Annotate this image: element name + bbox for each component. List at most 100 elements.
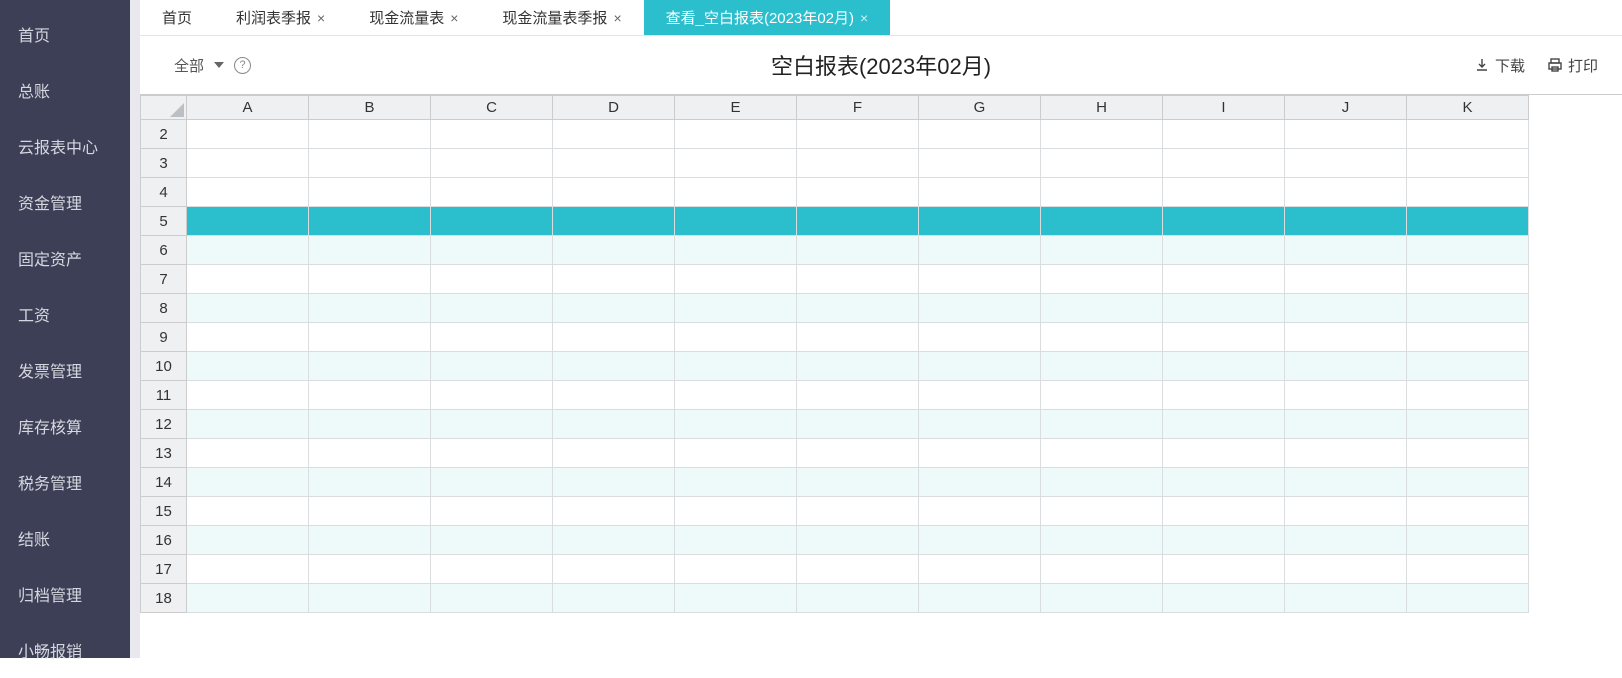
cell[interactable] — [553, 178, 675, 207]
cell[interactable] — [1041, 410, 1163, 439]
cell[interactable] — [919, 265, 1041, 294]
cell[interactable] — [309, 294, 431, 323]
cell[interactable] — [1163, 497, 1285, 526]
column-header[interactable]: H — [1041, 96, 1163, 120]
cell[interactable] — [1407, 410, 1529, 439]
cell[interactable] — [431, 468, 553, 497]
cell[interactable] — [1407, 236, 1529, 265]
cell[interactable] — [431, 497, 553, 526]
cell[interactable] — [919, 120, 1041, 149]
tab-home[interactable]: 首页 — [140, 0, 214, 35]
row-header[interactable]: 8 — [141, 294, 187, 323]
cell[interactable] — [1041, 120, 1163, 149]
column-header[interactable]: J — [1285, 96, 1407, 120]
cell[interactable] — [187, 410, 309, 439]
row-header[interactable]: 10 — [141, 352, 187, 381]
cell[interactable] — [797, 381, 919, 410]
cell[interactable] — [309, 207, 431, 236]
cell[interactable] — [1041, 555, 1163, 584]
cell[interactable] — [1041, 323, 1163, 352]
cell[interactable] — [1041, 381, 1163, 410]
sidebar-item-report-center[interactable]: 云报表中心 — [0, 118, 130, 174]
cell[interactable] — [1285, 381, 1407, 410]
cell[interactable] — [187, 178, 309, 207]
cell[interactable] — [1407, 178, 1529, 207]
cell[interactable] — [1163, 584, 1285, 613]
cell[interactable] — [309, 149, 431, 178]
cell[interactable] — [1285, 207, 1407, 236]
cell[interactable] — [675, 236, 797, 265]
print-button[interactable]: 打印 — [1547, 55, 1598, 76]
cell[interactable] — [675, 439, 797, 468]
cell[interactable] — [1407, 497, 1529, 526]
cell[interactable] — [1041, 294, 1163, 323]
cell[interactable] — [553, 439, 675, 468]
cell[interactable] — [431, 207, 553, 236]
cell[interactable] — [675, 178, 797, 207]
cell[interactable] — [1041, 149, 1163, 178]
cell[interactable] — [309, 178, 431, 207]
cell[interactable] — [675, 410, 797, 439]
cell[interactable] — [1285, 352, 1407, 381]
cell[interactable] — [797, 468, 919, 497]
row-header[interactable]: 17 — [141, 555, 187, 584]
row-header[interactable]: 13 — [141, 439, 187, 468]
cell[interactable] — [797, 439, 919, 468]
cell[interactable] — [919, 584, 1041, 613]
cell[interactable] — [553, 410, 675, 439]
cell[interactable] — [431, 149, 553, 178]
cell[interactable] — [1407, 439, 1529, 468]
cell[interactable] — [309, 323, 431, 352]
cell[interactable] — [553, 294, 675, 323]
cell[interactable] — [919, 178, 1041, 207]
cell[interactable] — [187, 265, 309, 294]
cell[interactable] — [431, 555, 553, 584]
cell[interactable] — [675, 381, 797, 410]
column-header[interactable]: E — [675, 96, 797, 120]
cell[interactable] — [309, 526, 431, 555]
cell[interactable] — [309, 497, 431, 526]
cell[interactable] — [1285, 439, 1407, 468]
close-icon[interactable]: × — [317, 10, 325, 26]
cell[interactable] — [431, 120, 553, 149]
sidebar-item-archive-mgmt[interactable]: 归档管理 — [0, 566, 130, 622]
cell[interactable] — [1285, 149, 1407, 178]
column-header[interactable]: G — [919, 96, 1041, 120]
row-header[interactable]: 12 — [141, 410, 187, 439]
cell[interactable] — [309, 468, 431, 497]
cell[interactable] — [675, 497, 797, 526]
filter-dropdown[interactable]: 全部 ? — [174, 55, 251, 76]
cell[interactable] — [309, 120, 431, 149]
cell[interactable] — [919, 410, 1041, 439]
cell[interactable] — [553, 497, 675, 526]
cell[interactable] — [309, 352, 431, 381]
cell[interactable] — [797, 294, 919, 323]
cell[interactable] — [919, 236, 1041, 265]
row-header[interactable]: 7 — [141, 265, 187, 294]
cell[interactable] — [919, 381, 1041, 410]
cell[interactable] — [1163, 178, 1285, 207]
row-header[interactable]: 4 — [141, 178, 187, 207]
spreadsheet[interactable]: ABCDEFGHIJK23456789101112131415161718 — [140, 94, 1622, 658]
cell[interactable] — [1285, 323, 1407, 352]
cell[interactable] — [187, 352, 309, 381]
sidebar-item-invoice-mgmt[interactable]: 发票管理 — [0, 342, 130, 398]
sidebar-item-expense[interactable]: 小畅报销 — [0, 622, 130, 678]
cell[interactable] — [919, 352, 1041, 381]
cell[interactable] — [431, 584, 553, 613]
cell[interactable] — [1163, 352, 1285, 381]
cell[interactable] — [675, 207, 797, 236]
cell[interactable] — [1285, 265, 1407, 294]
cell[interactable] — [1163, 236, 1285, 265]
cell[interactable] — [675, 265, 797, 294]
cell[interactable] — [1163, 439, 1285, 468]
cell[interactable] — [187, 323, 309, 352]
cell[interactable] — [431, 526, 553, 555]
cell[interactable] — [797, 555, 919, 584]
cell[interactable] — [1163, 207, 1285, 236]
close-icon[interactable]: × — [450, 10, 458, 26]
sidebar-item-fund-mgmt[interactable]: 资金管理 — [0, 174, 130, 230]
cell[interactable] — [1041, 584, 1163, 613]
cell[interactable] — [431, 178, 553, 207]
cell[interactable] — [1041, 236, 1163, 265]
